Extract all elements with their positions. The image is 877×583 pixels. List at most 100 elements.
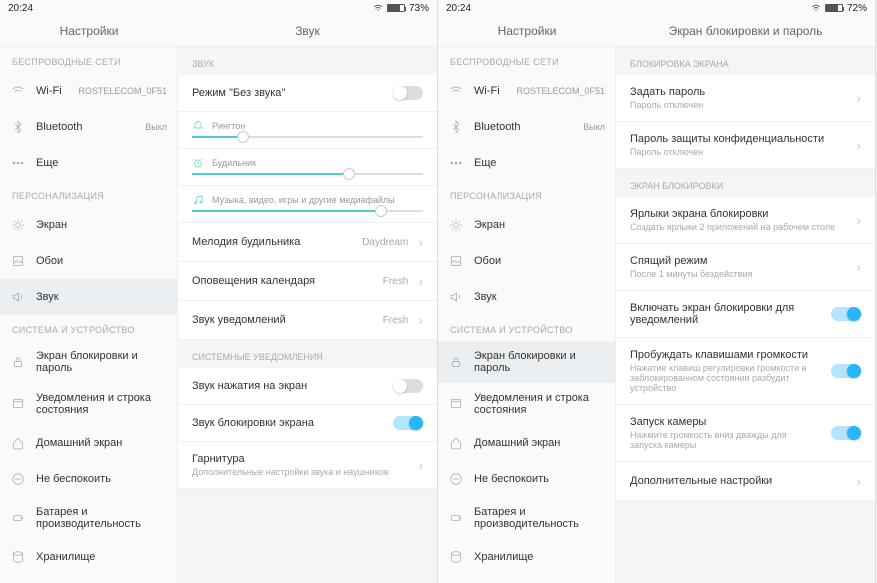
sidebar-item-homescreen[interactable]: Домашний экран bbox=[438, 425, 615, 461]
sidebar-item-additional[interactable]: Дополнительно bbox=[0, 575, 177, 583]
sidebar-item-wifi[interactable]: Wi-Fi ROSTELECOM_0F51 bbox=[0, 73, 177, 109]
sidebar-item-notifications[interactable]: Уведомления и строка состояния bbox=[438, 383, 615, 425]
wifi-icon bbox=[373, 3, 383, 13]
section-system: СИСТЕМА И УСТРОЙСТВО bbox=[0, 315, 177, 341]
battery-pct: 72% bbox=[847, 3, 867, 14]
privacy-password-row[interactable]: Пароль защиты конфиденциальностиПароль о… bbox=[616, 122, 875, 169]
wake-notif-row[interactable]: Включать экран блокировки для уведомлени… bbox=[616, 291, 875, 338]
sidebar-item-sound[interactable]: Звук bbox=[0, 279, 177, 315]
sleep-row[interactable]: Спящий режимПосле 1 минуты бездействия › bbox=[616, 244, 875, 291]
sidebar-item-additional[interactable]: Дополнительно bbox=[438, 575, 615, 583]
notif-sound-row[interactable]: Звук уведомлений Fresh › bbox=[178, 301, 437, 340]
set-password-row[interactable]: Задать парольПароль отключен › bbox=[616, 75, 875, 122]
sidebar-item-sound[interactable]: Звук bbox=[438, 279, 615, 315]
sidebar-item-battery[interactable]: Батарея и производительность bbox=[438, 497, 615, 539]
sidebar-item-more[interactable]: Еще bbox=[438, 145, 615, 181]
wake-volume-row[interactable]: Пробуждать клавишами громкостиНажатие кл… bbox=[616, 338, 875, 405]
more-icon bbox=[10, 155, 26, 171]
sidebar-item-storage[interactable]: Хранилище bbox=[0, 539, 177, 575]
battery-icon bbox=[10, 510, 26, 526]
wallpaper-icon bbox=[10, 253, 26, 269]
tap-sound-row[interactable]: Звук нажатия на экран bbox=[178, 368, 437, 405]
sidebar-item-homescreen[interactable]: Домашний экран bbox=[0, 425, 177, 461]
settings-sidebar[interactable]: БЕСПРОВОДНЫЕ СЕТИ Wi-Fi ROSTELECOM_0F51 … bbox=[0, 47, 178, 583]
detail-title: Звук bbox=[178, 16, 437, 46]
sidebar-item-dnd[interactable]: Не беспокоить bbox=[438, 461, 615, 497]
silent-mode-row[interactable]: Режим "Без звука" bbox=[178, 75, 437, 112]
bluetooth-icon bbox=[10, 119, 26, 135]
alarm-melody-row[interactable]: Мелодия будильника Daydream › bbox=[178, 223, 437, 262]
wallpaper-icon bbox=[448, 253, 464, 269]
section-personalization: ПЕРСОНАЛИЗАЦИЯ bbox=[438, 181, 615, 207]
section-wireless: БЕСПРОВОДНЫЕ СЕТИ bbox=[0, 47, 177, 73]
ringtone-slider-row[interactable]: Рингтон bbox=[178, 112, 437, 149]
detail-pane-lockscreen: БЛОКИРОВКА ЭКРАНА Задать парольПароль от… bbox=[616, 47, 875, 583]
detail-pane-sound: ЗВУК Режим "Без звука" Рингтон Будильник… bbox=[178, 47, 437, 583]
media-icon bbox=[192, 194, 204, 206]
alarm-icon bbox=[192, 157, 204, 169]
slider-thumb[interactable] bbox=[237, 131, 249, 143]
battery-pct: 73% bbox=[409, 3, 429, 14]
calendar-alerts-row[interactable]: Оповещения календаря Fresh › bbox=[178, 262, 437, 301]
chevron-right-icon: › bbox=[418, 457, 423, 473]
sidebar-item-notifications[interactable]: Уведомления и строка состояния bbox=[0, 383, 177, 425]
media-slider-row[interactable]: Музыка, видео, игры и другие медиафайлы bbox=[178, 186, 437, 223]
sidebar-item-bluetooth[interactable]: Bluetooth Выкл bbox=[0, 109, 177, 145]
lock-icon bbox=[10, 354, 26, 370]
launch-camera-toggle[interactable] bbox=[831, 426, 861, 440]
headset-row[interactable]: ГарнитураДополнительные настройки звука … bbox=[178, 442, 437, 489]
tap-sound-toggle[interactable] bbox=[393, 379, 423, 393]
launch-camera-row[interactable]: Запуск камерыНажмите громкость вниз дваж… bbox=[616, 405, 875, 462]
slider-thumb[interactable] bbox=[343, 168, 355, 180]
battery-icon bbox=[387, 4, 405, 12]
lock-icon bbox=[448, 354, 464, 370]
slider-thumb[interactable] bbox=[375, 205, 387, 217]
sidebar-item-battery[interactable]: Батарея и производительность bbox=[0, 497, 177, 539]
silent-mode-toggle[interactable] bbox=[393, 86, 423, 100]
bluetooth-icon bbox=[448, 119, 464, 135]
wifi-icon bbox=[10, 83, 26, 99]
screen-right: 20:24 72% Настройки Экран блокировки и п… bbox=[438, 0, 876, 583]
statusbar: 20:24 72% bbox=[438, 0, 875, 16]
section-system: СИСТЕМА И УСТРОЙСТВО bbox=[438, 315, 615, 341]
shortcuts-row[interactable]: Ярлыки экрана блокировкиСоздать ярлыки 2… bbox=[616, 197, 875, 244]
status-time: 20:24 bbox=[8, 3, 33, 14]
dnd-icon bbox=[10, 471, 26, 487]
sidebar-item-more[interactable]: Еще bbox=[0, 145, 177, 181]
chevron-right-icon: › bbox=[856, 137, 861, 153]
sidebar-item-wifi[interactable]: Wi-Fi ROSTELECOM_0F51 bbox=[438, 73, 615, 109]
chevron-right-icon: › bbox=[418, 234, 423, 250]
detail-title: Экран блокировки и пароль bbox=[616, 16, 875, 46]
storage-icon bbox=[448, 549, 464, 565]
chevron-right-icon: › bbox=[856, 473, 861, 489]
chevron-right-icon: › bbox=[856, 212, 861, 228]
sidebar-item-display[interactable]: Экран bbox=[438, 207, 615, 243]
status-time: 20:24 bbox=[446, 3, 471, 14]
chevron-right-icon: › bbox=[856, 259, 861, 275]
ringtone-icon bbox=[192, 120, 204, 132]
more-icon bbox=[448, 155, 464, 171]
sidebar-item-display[interactable]: Экран bbox=[0, 207, 177, 243]
sidebar-item-bluetooth[interactable]: Bluetooth Выкл bbox=[438, 109, 615, 145]
notification-icon bbox=[10, 396, 26, 412]
sidebar-item-lockscreen[interactable]: Экран блокировки и пароль bbox=[0, 341, 177, 383]
sidebar-item-dnd[interactable]: Не беспокоить bbox=[0, 461, 177, 497]
sidebar-item-lockscreen[interactable]: Экран блокировки и пароль bbox=[438, 341, 615, 383]
lockscreen-sound-row[interactable]: Звук блокировки экрана bbox=[178, 405, 437, 442]
wake-notif-toggle[interactable] bbox=[831, 307, 861, 321]
section-lockscreen: ЭКРАН БЛОКИРОВКИ bbox=[616, 169, 875, 197]
settings-sidebar[interactable]: БЕСПРОВОДНЫЕ СЕТИ Wi-Fi ROSTELECOM_0F51 … bbox=[438, 47, 616, 583]
sidebar-item-wallpaper[interactable]: Обои bbox=[438, 243, 615, 279]
sidebar-item-storage[interactable]: Хранилище bbox=[438, 539, 615, 575]
section-screenlock: БЛОКИРОВКА ЭКРАНА bbox=[616, 47, 875, 75]
wake-volume-toggle[interactable] bbox=[831, 364, 861, 378]
alarm-slider-row[interactable]: Будильник bbox=[178, 149, 437, 186]
display-icon bbox=[10, 217, 26, 233]
additional-settings-row[interactable]: Дополнительные настройки › bbox=[616, 462, 875, 501]
sidebar-item-wallpaper[interactable]: Обои bbox=[0, 243, 177, 279]
nav-title: Настройки bbox=[0, 16, 178, 46]
lockscreen-sound-toggle[interactable] bbox=[393, 416, 423, 430]
wifi-icon bbox=[448, 83, 464, 99]
chevron-right-icon: › bbox=[418, 273, 423, 289]
section-wireless: БЕСПРОВОДНЫЕ СЕТИ bbox=[438, 47, 615, 73]
